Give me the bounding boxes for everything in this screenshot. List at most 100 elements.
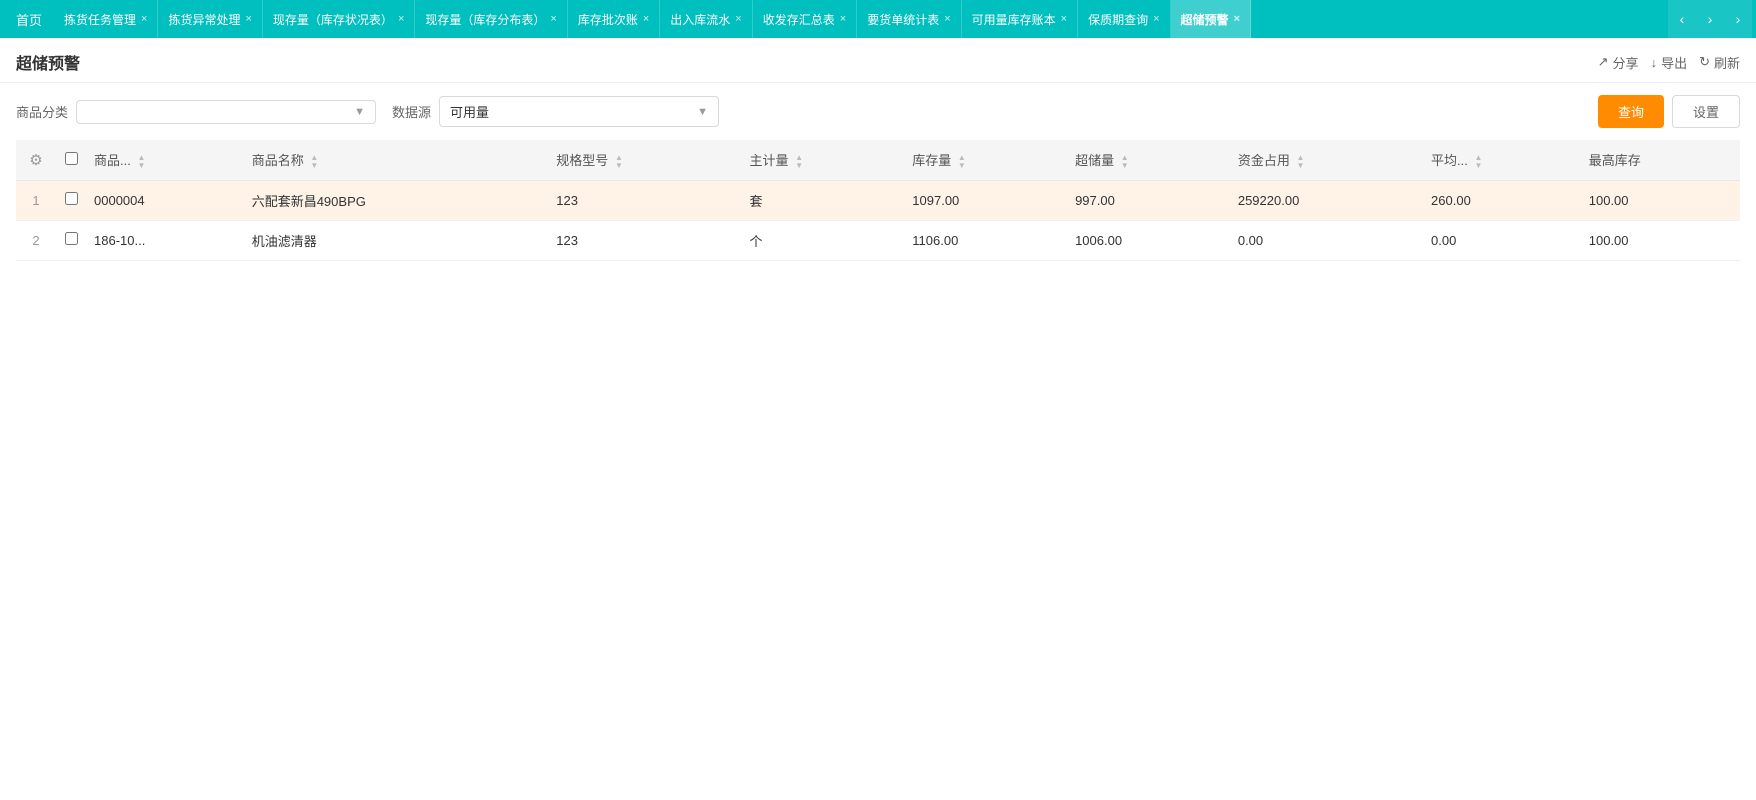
datasource-select-value: 可用量 <box>450 102 489 121</box>
filter-category: 商品分类 ▼ <box>16 100 376 124</box>
stock: 1106.00 <box>904 220 1067 260</box>
table-container: ⚙ 商品... ▲▼ 商品名称 ▲▼ 规格型号 ▲▼ <box>0 140 1756 261</box>
close-icon[interactable]: × <box>1234 13 1240 25</box>
row-checkbox-cell <box>56 180 86 220</box>
spec: 123 <box>548 180 741 220</box>
nav-tab-jianghuo[interactable]: 拣货任务管理 × <box>54 0 158 38</box>
category-label: 商品分类 <box>16 102 68 121</box>
nav-tab-baozhi[interactable]: 保质期查询 × <box>1078 0 1170 38</box>
table-header-row: ⚙ 商品... ▲▼ 商品名称 ▲▼ 规格型号 ▲▼ <box>16 140 1740 180</box>
nav-tab-yaohuo[interactable]: 要货单统计表 × <box>857 0 961 38</box>
product-code: 186-10... <box>86 220 244 260</box>
sort-icons[interactable]: ▲▼ <box>1475 154 1483 170</box>
nav-more-button[interactable]: › <box>1724 0 1752 38</box>
column-unit: 主计量 ▲▼ <box>742 140 905 180</box>
column-max-stock: 最高库存 <box>1581 140 1740 180</box>
close-icon[interactable]: × <box>141 13 147 25</box>
nav-next-button[interactable]: › <box>1696 0 1724 38</box>
share-icon: ↗ <box>1598 54 1609 70</box>
sort-icons[interactable]: ▲▼ <box>795 154 803 170</box>
sort-icons[interactable]: ▲▼ <box>958 154 966 170</box>
max-stock: 100.00 <box>1581 220 1740 260</box>
query-button[interactable]: 查询 <box>1598 95 1664 128</box>
unit: 个 <box>742 220 905 260</box>
page-title: 超储预警 <box>16 50 80 74</box>
column-spec: 规格型号 ▲▼ <box>548 140 741 180</box>
page-container: 超储预警 ↗ 分享 ↓ 导出 ↻ 刷新 商品分类 ▼ 数据源 <box>0 38 1756 800</box>
column-avg: 平均... ▲▼ <box>1423 140 1581 180</box>
capital: 0.00 <box>1230 220 1423 260</box>
nav-tab-xiancunliang2[interactable]: 现存量（库存分布表） × <box>415 0 567 38</box>
max-stock: 100.00 <box>1581 180 1740 220</box>
nav-tab-keyongliang[interactable]: 可用量库存账本 × <box>962 0 1078 38</box>
row-checkbox[interactable] <box>65 192 78 205</box>
overstock: 1006.00 <box>1067 220 1230 260</box>
column-overstock: 超储量 ▲▼ <box>1067 140 1230 180</box>
export-button[interactable]: ↓ 导出 <box>1651 53 1688 72</box>
filter-actions: 查询 设置 <box>1598 95 1740 128</box>
overstock: 997.00 <box>1067 180 1230 220</box>
nav-tab-xiancunliang1[interactable]: 现存量（库存状况表） × <box>263 0 415 38</box>
settings-button[interactable]: 设置 <box>1672 95 1740 128</box>
data-table: ⚙ 商品... ▲▼ 商品名称 ▲▼ 规格型号 ▲▼ <box>16 140 1740 261</box>
close-icon[interactable]: × <box>1153 13 1159 25</box>
close-icon[interactable]: × <box>245 13 251 25</box>
row-checkbox-cell <box>56 220 86 260</box>
nav-prev-button[interactable]: ‹ <box>1668 0 1696 38</box>
refresh-icon: ↻ <box>1699 54 1710 70</box>
column-gear: ⚙ <box>16 140 56 180</box>
sort-icons[interactable]: ▲▼ <box>310 154 318 170</box>
header-actions: ↗ 分享 ↓ 导出 ↻ 刷新 <box>1598 53 1740 72</box>
datasource-select[interactable]: 可用量 ▼ <box>439 96 719 127</box>
spec: 123 <box>548 220 741 260</box>
filter-bar: 商品分类 ▼ 数据源 可用量 ▼ 查询 设置 <box>0 83 1756 140</box>
sort-icons[interactable]: ▲▼ <box>1121 154 1129 170</box>
unit: 套 <box>742 180 905 220</box>
close-icon[interactable]: × <box>398 13 404 25</box>
category-select[interactable]: ▼ <box>76 100 376 124</box>
select-all-checkbox[interactable] <box>65 152 78 165</box>
page-header: 超储预警 ↗ 分享 ↓ 导出 ↻ 刷新 <box>0 38 1756 83</box>
sort-icons[interactable]: ▲▼ <box>1296 154 1304 170</box>
gear-icon[interactable]: ⚙ <box>29 152 42 169</box>
chevron-down-icon: ▼ <box>354 106 365 118</box>
row-number: 2 <box>16 220 56 260</box>
sort-icons[interactable]: ▲▼ <box>137 154 145 170</box>
stock: 1097.00 <box>904 180 1067 220</box>
avg: 0.00 <box>1423 220 1581 260</box>
close-icon[interactable]: × <box>840 13 846 25</box>
product-name: 机油滤清器 <box>244 220 549 260</box>
capital: 259220.00 <box>1230 180 1423 220</box>
datasource-label: 数据源 <box>392 102 431 121</box>
row-checkbox[interactable] <box>65 232 78 245</box>
nav-tab-chaochuyujing[interactable]: 超储预警 × <box>1171 0 1251 38</box>
filter-datasource: 数据源 可用量 ▼ <box>392 96 719 127</box>
nav-tab-kucunpici[interactable]: 库存批次账 × <box>568 0 660 38</box>
close-icon[interactable]: × <box>550 13 556 25</box>
nav-tab-churuku[interactable]: 出入库流水 × <box>660 0 752 38</box>
column-product-code: 商品... ▲▼ <box>86 140 244 180</box>
nav-home[interactable]: 首页 <box>4 0 54 38</box>
table-row: 2 186-10... 机油滤清器 123 个 1106.00 1006.00 … <box>16 220 1740 260</box>
table-row: 1 0000004 六配套新昌490BPG 123 套 1097.00 997.… <box>16 180 1740 220</box>
sort-icons[interactable]: ▲▼ <box>615 154 623 170</box>
column-capital: 资金占用 ▲▼ <box>1230 140 1423 180</box>
column-product-name: 商品名称 ▲▼ <box>244 140 549 180</box>
nav-tab-shoufacun[interactable]: 收发存汇总表 × <box>753 0 857 38</box>
avg: 260.00 <box>1423 180 1581 220</box>
chevron-down-icon: ▼ <box>697 106 708 118</box>
close-icon[interactable]: × <box>944 13 950 25</box>
refresh-button[interactable]: ↻ 刷新 <box>1699 53 1740 72</box>
column-stock: 库存量 ▲▼ <box>904 140 1067 180</box>
top-navigation: 首页 拣货任务管理 × 拣货异常处理 × 现存量（库存状况表） × 现存量（库存… <box>0 0 1756 38</box>
nav-tab-jianghuo-yichang[interactable]: 拣货异常处理 × <box>158 0 262 38</box>
close-icon[interactable]: × <box>735 13 741 25</box>
nav-arrows: ‹ › › <box>1668 0 1752 38</box>
export-icon: ↓ <box>1651 55 1658 70</box>
row-number: 1 <box>16 180 56 220</box>
close-icon[interactable]: × <box>643 13 649 25</box>
share-button[interactable]: ↗ 分享 <box>1598 53 1639 72</box>
column-checkbox <box>56 140 86 180</box>
close-icon[interactable]: × <box>1061 13 1067 25</box>
product-name: 六配套新昌490BPG <box>244 180 549 220</box>
